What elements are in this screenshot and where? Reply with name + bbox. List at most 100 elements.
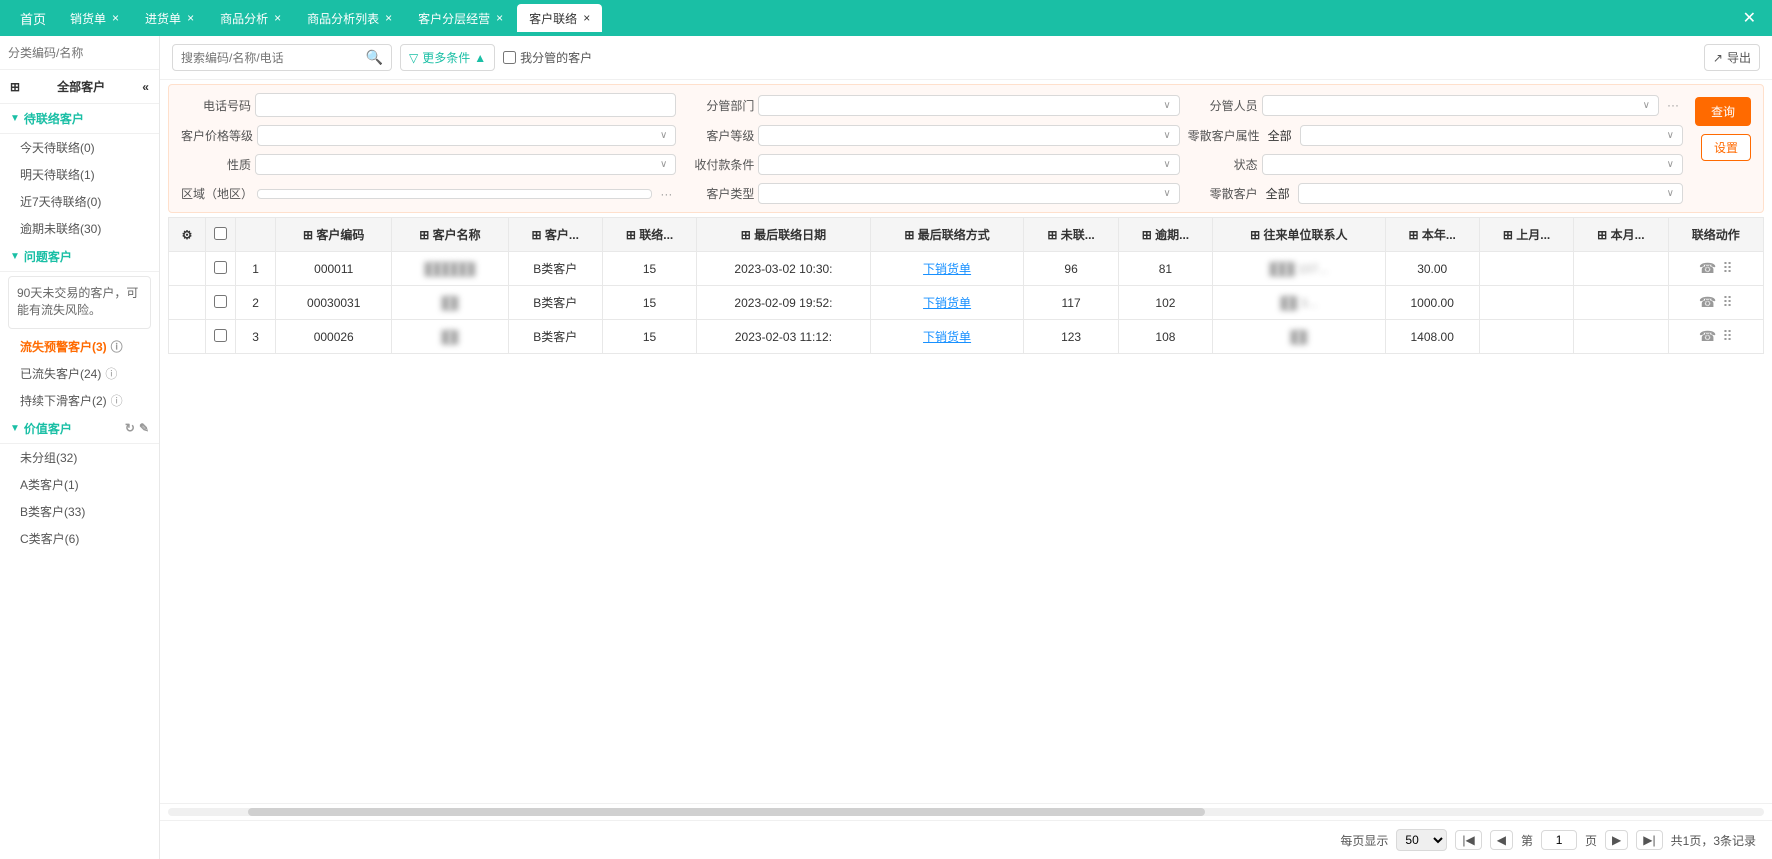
retail-select[interactable]: ∨ [1298, 183, 1683, 204]
cust-level-select[interactable]: ∨ [758, 125, 1179, 146]
sidebar-search-input[interactable] [8, 46, 160, 60]
row-last-method-2[interactable]: 下销货单 [870, 320, 1024, 354]
search-execute-icon[interactable]: 🔍 [366, 49, 383, 66]
row-checkbox-2[interactable] [214, 329, 227, 342]
close-customer-layer-tab[interactable]: × [496, 11, 503, 25]
person-dots[interactable]: ··· [1663, 98, 1683, 112]
per-page-select[interactable]: 50 100 200 [1396, 829, 1447, 851]
row-action-1[interactable]: ☎ ⠿ [1668, 286, 1763, 320]
col-check[interactable] [206, 218, 236, 252]
sidebar-item-churned[interactable]: 已流失客户(24) ⓘ [0, 360, 159, 387]
last-method-link-0[interactable]: 下销货单 [923, 262, 971, 276]
close-customer-contact-tab[interactable]: × [583, 11, 590, 25]
row-last-method-0[interactable]: 下销货单 [870, 252, 1024, 286]
row-action-0[interactable]: ☎ ⠿ [1668, 252, 1763, 286]
col-gear[interactable]: ⚙ [169, 218, 206, 252]
col-code[interactable]: ⊞ 客户编码 [276, 218, 392, 252]
last-page-btn[interactable]: ▶| [1636, 830, 1662, 850]
sidebar-item-class-b[interactable]: B类客户(33) [0, 498, 159, 525]
retail-attr-select[interactable]: ∨ [1300, 125, 1683, 146]
action-more-icon-0[interactable]: ⠿ [1722, 260, 1732, 277]
sidebar-item-today[interactable]: 今天待联络(0) [0, 134, 159, 161]
sidebar-item-churn-warning[interactable]: 流失预警客户(3) ⓘ [0, 333, 159, 360]
cust-type-select[interactable]: ∨ [758, 183, 1179, 204]
dept-select[interactable]: ∨ [758, 95, 1179, 116]
payment-select[interactable]: ∨ [758, 154, 1179, 175]
sidebar-item-class-c[interactable]: C类客户(6) [0, 525, 159, 552]
last-method-link-1[interactable]: 下销货单 [923, 296, 971, 310]
col-this-month[interactable]: ⊞ 本月... [1574, 218, 1668, 252]
row-checkbox-0[interactable] [214, 261, 227, 274]
prev-page-btn[interactable]: ◀ [1490, 830, 1513, 850]
close-all-tabs[interactable]: ✕ [1735, 8, 1764, 28]
search-input[interactable] [181, 51, 366, 65]
page-input[interactable] [1541, 830, 1577, 850]
first-page-btn[interactable]: |◀ [1455, 830, 1481, 850]
row-check-0[interactable] [206, 252, 236, 286]
scrollbar-thumb[interactable] [248, 808, 1206, 816]
sidebar-section-value[interactable]: ▼ 价值客户 ↻ ✎ [0, 414, 159, 444]
region-dots[interactable]: ··· [656, 187, 676, 201]
tab-sales[interactable]: 销货单 × [58, 4, 131, 32]
sidebar-item-overdue[interactable]: 逾期未联络(30) [0, 215, 159, 242]
action-more-icon-1[interactable]: ⠿ [1722, 294, 1732, 311]
row-last-method-1[interactable]: 下销货单 [870, 286, 1024, 320]
last-method-link-2[interactable]: 下销货单 [923, 330, 971, 344]
next-page-btn[interactable]: ▶ [1605, 830, 1628, 850]
status-select[interactable]: ∨ [1262, 154, 1683, 175]
action-call-icon-1[interactable]: ☎ [1699, 294, 1716, 311]
col-this-year[interactable]: ⊞ 本年... [1385, 218, 1479, 252]
col-last-month[interactable]: ⊞ 上月... [1479, 218, 1573, 252]
refresh-icon[interactable]: ↻ [125, 421, 135, 435]
row-check-2[interactable] [206, 320, 236, 354]
sidebar-item-tomorrow[interactable]: 明天待联络(1) [0, 161, 159, 188]
my-customers-checkbox[interactable] [503, 51, 516, 64]
action-call-icon-2[interactable]: ☎ [1699, 328, 1716, 345]
region-select[interactable] [257, 189, 652, 199]
col-unit-contact[interactable]: ⊞ 往来单位联系人 [1213, 218, 1385, 252]
query-button[interactable]: 查询 [1695, 97, 1751, 126]
edit-icon[interactable]: ✎ [139, 421, 149, 435]
action-call-icon-0[interactable]: ☎ [1699, 260, 1716, 277]
sidebar-item-class-a[interactable]: A类客户(1) [0, 471, 159, 498]
close-analysis-tab[interactable]: × [274, 11, 281, 25]
gear-icon-table[interactable]: ⚙ [182, 228, 193, 242]
row-check-1[interactable] [206, 286, 236, 320]
sidebar-all-customers[interactable]: ⊞ 全部客户 « [0, 70, 159, 104]
sidebar-section-pending[interactable]: ▼ 待联络客户 [0, 104, 159, 134]
tab-customer-contact[interactable]: 客户联络 × [517, 4, 602, 32]
col-last-method[interactable]: ⊞ 最后联络方式 [870, 218, 1024, 252]
phone-input[interactable] [255, 93, 676, 117]
my-customers-checkbox-wrap: 我分管的客户 [503, 49, 592, 66]
person-select[interactable]: ∨ [1262, 95, 1659, 116]
sidebar-item-ungrouped[interactable]: 未分组(32) [0, 444, 159, 471]
tab-customer-layer[interactable]: 客户分层经营 × [406, 4, 515, 32]
collapse-icon[interactable]: « [142, 80, 149, 94]
col-level[interactable]: ⊞ 客户... [508, 218, 602, 252]
row-checkbox-1[interactable] [214, 295, 227, 308]
col-uncontacted[interactable]: ⊞ 未联... [1024, 218, 1118, 252]
close-purchase-tab[interactable]: × [187, 11, 194, 25]
more-conditions-btn[interactable]: ▽ 更多条件 ▲ [400, 44, 495, 71]
nature-select[interactable]: ∨ [255, 154, 676, 175]
tab-analysis[interactable]: 商品分析 × [208, 4, 293, 32]
sidebar-item-7days[interactable]: 近7天待联络(0) [0, 188, 159, 215]
action-more-icon-2[interactable]: ⠿ [1722, 328, 1732, 345]
price-level-select[interactable]: ∨ [257, 125, 676, 146]
tab-analysis-list[interactable]: 商品分析列表 × [295, 4, 404, 32]
row-action-2[interactable]: ☎ ⠿ [1668, 320, 1763, 354]
close-sales-tab[interactable]: × [112, 11, 119, 25]
col-name[interactable]: ⊞ 客户名称 [392, 218, 508, 252]
settings-button[interactable]: 设置 [1701, 134, 1751, 161]
horizontal-scrollbar[interactable] [160, 803, 1772, 820]
close-analysis-list-tab[interactable]: × [385, 11, 392, 25]
sidebar-item-declining[interactable]: 持续下滑客户(2) ⓘ [0, 387, 159, 414]
tab-home[interactable]: 首页 [8, 9, 58, 28]
col-last-date[interactable]: ⊞ 最后联络日期 [697, 218, 870, 252]
sidebar-section-problem[interactable]: ▼ 问题客户 [0, 242, 159, 272]
select-all-checkbox[interactable] [214, 227, 227, 240]
export-btn[interactable]: ↗ 导出 [1704, 44, 1760, 71]
col-contact[interactable]: ⊞ 联络... [602, 218, 696, 252]
tab-purchase[interactable]: 进货单 × [133, 4, 206, 32]
col-overdue[interactable]: ⊞ 逾期... [1118, 218, 1212, 252]
